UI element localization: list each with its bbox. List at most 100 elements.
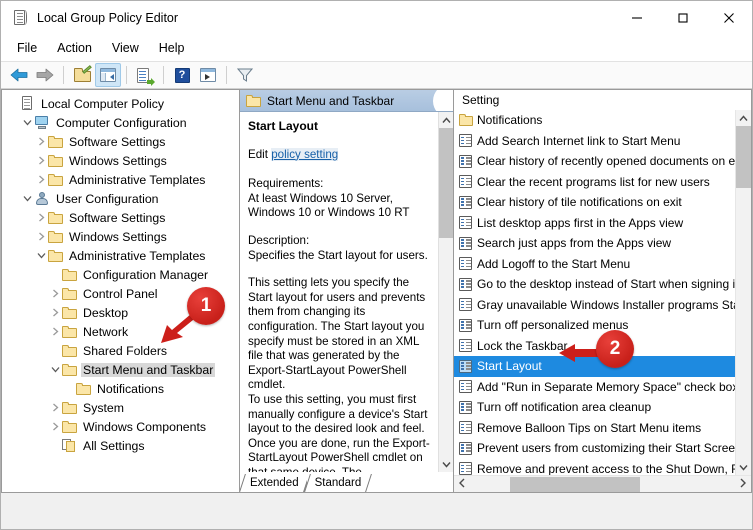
chevron-right-icon[interactable] <box>48 403 62 412</box>
maximize-button[interactable] <box>660 1 706 35</box>
chevron-right-icon[interactable] <box>34 213 48 222</box>
settings-scroll-thumb[interactable] <box>736 126 751 188</box>
scroll-up-icon[interactable] <box>439 112 453 128</box>
settings-scroll-down-icon[interactable] <box>736 459 751 475</box>
chevron-right-icon[interactable] <box>48 422 62 431</box>
menu-action[interactable]: Action <box>47 38 102 58</box>
scroll-down-icon[interactable] <box>439 456 453 472</box>
settings-row-add-logoff-to-the-start-menu[interactable]: Add Logoff to the Start Menu <box>454 254 735 275</box>
details-scroll-thumb[interactable] <box>439 128 453 238</box>
tree-item-system[interactable]: System <box>2 398 239 417</box>
edit-prefix-label: Edit <box>248 147 272 161</box>
forward-button[interactable] <box>32 63 58 87</box>
export-list-button[interactable] <box>132 63 158 87</box>
tree-item-all-settings[interactable]: All Settings <box>2 436 239 455</box>
settings-row-clear-history-of-tile-notifications-on-exit[interactable]: Clear history of tile notifications on e… <box>454 192 735 213</box>
tree-item-software-settings[interactable]: Software Settings <box>2 132 239 151</box>
tree-item-software-settings[interactable]: Software Settings <box>2 208 239 227</box>
settings-row-gray-unavailable-windows-installer-programs-star[interactable]: Gray unavailable Windows Installer progr… <box>454 295 735 316</box>
chevron-right-icon[interactable] <box>48 308 62 317</box>
tree-item-windows-components[interactable]: Windows Components <box>2 417 239 436</box>
menu-file[interactable]: File <box>7 38 47 58</box>
settings-list-wrap: Notifications Add Search Internet link to… <box>454 110 751 475</box>
tree-item-windows-settings[interactable]: Windows Settings <box>2 151 239 170</box>
computer-icon <box>34 116 50 129</box>
settings-row-list-desktop-apps-first-in-the-apps-view[interactable]: List desktop apps first in the Apps view <box>454 213 735 234</box>
settings-row-remove-and-prevent-access-to-the-shut-down-re[interactable]: Remove and prevent access to the Shut Do… <box>454 459 735 475</box>
settings-row-turn-off-notification-area-cleanup[interactable]: Turn off notification area cleanup <box>454 397 735 418</box>
show-hide-action-pane-button[interactable] <box>195 63 221 87</box>
show-hide-console-tree-button[interactable] <box>95 63 121 87</box>
chevron-down-icon[interactable] <box>20 119 34 126</box>
chevron-right-icon[interactable] <box>48 327 62 336</box>
settings-row-go-to-the-desktop-instead-of-start-when-signing-in[interactable]: Go to the desktop instead of Start when … <box>454 274 735 295</box>
menu-view[interactable]: View <box>102 38 149 58</box>
settings-row-clear-the-recent-programs-list-for-new-users[interactable]: Clear the recent programs list for new u… <box>454 172 735 193</box>
menu-help[interactable]: Help <box>149 38 195 58</box>
local-group-policy-editor-window: Local Group Policy Editor File Action Vi… <box>0 0 753 530</box>
chevron-down-icon[interactable] <box>48 366 62 373</box>
chevron-right-icon[interactable] <box>34 137 48 146</box>
settings-row-remove-balloon-tips-on-start-menu-items[interactable]: Remove Balloon Tips on Start Menu items <box>454 418 735 439</box>
back-button[interactable] <box>6 63 32 87</box>
tab-standard[interactable]: Standard <box>306 474 370 492</box>
hscroll-left-icon[interactable] <box>454 478 470 491</box>
settings-row-turn-off-personalized-menus[interactable]: Turn off personalized menus <box>454 315 735 336</box>
settings-scroll-track[interactable] <box>736 126 751 459</box>
hscroll-thumb[interactable] <box>510 476 640 492</box>
tree-item-start-menu-and-taskbar[interactable]: Start Menu and Taskbar <box>2 360 239 379</box>
details-scroll-track[interactable] <box>439 128 453 456</box>
settings-row-label: Clear history of tile notifications on e… <box>477 195 682 210</box>
tree-item-administrative-templates[interactable]: Administrative Templates <box>2 170 239 189</box>
chevron-right-icon[interactable] <box>34 156 48 165</box>
up-folder-icon <box>73 65 92 82</box>
settings-row-notifications[interactable]: Notifications <box>454 110 735 131</box>
close-button[interactable] <box>706 1 752 35</box>
export-list-icon <box>137 67 155 86</box>
tree-item-configuration-manager[interactable]: Configuration Manager <box>2 265 239 284</box>
help-button[interactable]: ? <box>169 63 195 87</box>
up-folder-button[interactable] <box>69 63 95 87</box>
filter-button[interactable] <box>232 63 258 87</box>
settings-row-clear-history-of-recently-opened-documents-on-ex[interactable]: Clear history of recently opened documen… <box>454 151 735 172</box>
settings-row-label: Turn off notification area cleanup <box>477 400 652 415</box>
policy-setting-icon <box>459 441 472 455</box>
tree-item-local-computer-policy[interactable]: Local Computer Policy <box>2 94 239 113</box>
tree-item-user-configuration[interactable]: User Configuration <box>2 189 239 208</box>
tree-item-computer-configuration[interactable]: Computer Configuration <box>2 113 239 132</box>
settings-scroll-up-icon[interactable] <box>736 110 751 126</box>
tree-item-label: Control Panel <box>83 286 158 301</box>
window-controls <box>614 1 752 35</box>
show-hide-console-tree-icon <box>100 68 116 82</box>
tree-item-label: Computer Configuration <box>56 115 187 130</box>
folder-icon <box>62 401 77 414</box>
hscroll-right-icon[interactable] <box>735 478 751 491</box>
chevron-down-icon[interactable] <box>20 195 34 202</box>
chevron-right-icon[interactable] <box>34 175 48 184</box>
status-bar <box>1 493 752 529</box>
chevron-down-icon[interactable] <box>34 252 48 259</box>
settings-row-search-just-apps-from-the-apps-view[interactable]: Search just apps from the Apps view <box>454 233 735 254</box>
settings-horizontal-scrollbar[interactable] <box>454 475 751 492</box>
policy-setting-link[interactable]: policy setting <box>271 147 339 161</box>
user-icon <box>34 191 50 206</box>
tree-item-notifications[interactable]: Notifications <box>2 379 239 398</box>
settings-row-add-run-in-separate-memory-space-check-box-t[interactable]: Add "Run in Separate Memory Space" check… <box>454 377 735 398</box>
minimize-button[interactable] <box>614 1 660 35</box>
tab-extended[interactable]: Extended <box>242 474 307 492</box>
title-bar: Local Group Policy Editor <box>1 1 752 35</box>
settings-vertical-scrollbar[interactable] <box>735 110 751 475</box>
policy-setting-icon <box>459 298 472 312</box>
details-vertical-scrollbar[interactable] <box>438 112 453 472</box>
settings-row-add-search-internet-link-to-start-menu[interactable]: Add Search Internet link to Start Menu <box>454 131 735 152</box>
settings-row-prevent-users-from-customizing-their-start-screen[interactable]: Prevent users from customizing their Sta… <box>454 438 735 459</box>
chevron-right-icon[interactable] <box>34 232 48 241</box>
settings-column-header[interactable]: Setting <box>454 90 751 110</box>
folder-icon <box>62 344 77 357</box>
tree-item-windows-settings[interactable]: Windows Settings <box>2 227 239 246</box>
settings-row-label: Remove and prevent access to the Shut Do… <box>477 461 735 475</box>
tree-item-administrative-templates[interactable]: Administrative Templates <box>2 246 239 265</box>
hscroll-track[interactable] <box>470 476 735 493</box>
chevron-right-icon[interactable] <box>48 289 62 298</box>
policy-setting-icon <box>459 134 472 148</box>
